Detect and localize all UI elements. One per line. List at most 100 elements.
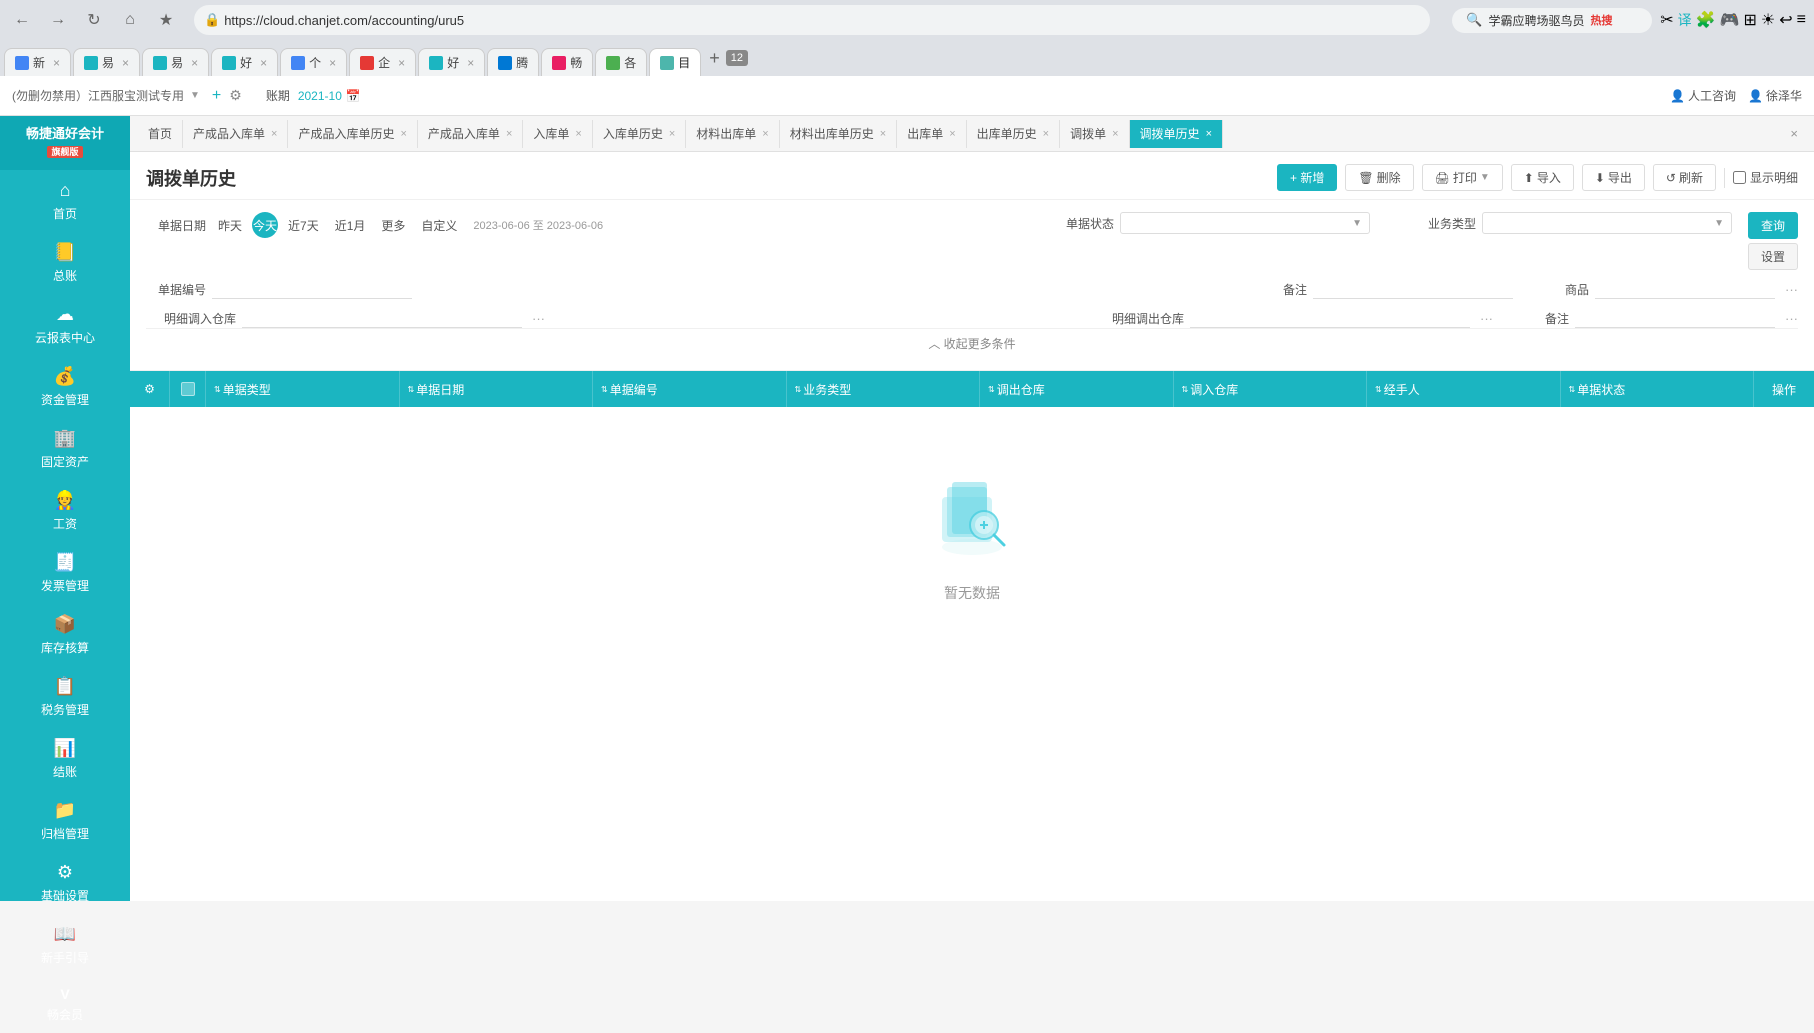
table-col-outstock[interactable]: ⇅ 调出仓库 xyxy=(980,371,1174,407)
sidebar-item-member[interactable]: V 畅会员 xyxy=(0,976,130,1033)
tab-close-2[interactable]: × xyxy=(122,56,129,70)
gamepad-icon[interactable]: 🎮 xyxy=(1720,10,1740,30)
biztype-select[interactable] xyxy=(1482,212,1732,234)
sidebar-item-invoice[interactable]: 🧾 发票管理 xyxy=(0,542,130,604)
page-tab-instock-hist-close[interactable]: × xyxy=(669,128,675,140)
date-more-btn[interactable]: 更多 xyxy=(375,215,411,236)
table-col-instock[interactable]: ⇅ 调入仓库 xyxy=(1174,371,1368,407)
page-tab-mat-outstock-hist[interactable]: 材料出库单历史 × xyxy=(780,120,897,148)
page-tab-outstock-close[interactable]: × xyxy=(949,128,955,140)
page-tab-prod-instock2[interactable]: 产成品入库单 × xyxy=(418,120,523,148)
refresh-button[interactable]: ↻ xyxy=(80,6,108,34)
page-tab-outstock-hist[interactable]: 出库单历史 × xyxy=(967,120,1060,148)
back-button[interactable]: ← xyxy=(8,6,36,34)
sidebar-item-home[interactable]: ⌂ 首页 xyxy=(0,170,130,232)
in-warehouse-more-icon[interactable]: ··· xyxy=(532,311,545,326)
service-button[interactable]: 👤 人工咨询 xyxy=(1670,87,1736,104)
page-tab-mat-outstock-hist-close[interactable]: × xyxy=(880,128,886,140)
display-detail-input[interactable] xyxy=(1733,171,1746,184)
tab-close-4[interactable]: × xyxy=(260,56,267,70)
browser-tab-10[interactable]: 各 xyxy=(595,48,647,76)
extensions-icon[interactable]: 🧩 xyxy=(1696,10,1716,30)
tab-close-6[interactable]: × xyxy=(398,56,405,70)
table-col-type[interactable]: ⇅ 单据类型 xyxy=(206,371,400,407)
date-yesterday-btn[interactable]: 昨天 xyxy=(212,215,248,236)
page-tab-instock-hist[interactable]: 入库单历史 × xyxy=(593,120,686,148)
browser-tab-9[interactable]: 畅 xyxy=(541,48,593,76)
settings-button[interactable]: 设置 xyxy=(1748,243,1798,270)
tab-close-5[interactable]: × xyxy=(329,56,336,70)
table-col-date[interactable]: ⇅ 单据日期 xyxy=(400,371,594,407)
forward-button[interactable]: → xyxy=(44,6,72,34)
company-settings-icon[interactable]: ⚙ xyxy=(229,87,242,104)
date-7days-btn[interactable]: 近7天 xyxy=(282,215,325,236)
table-col-num[interactable]: ⇅ 单据编号 xyxy=(593,371,787,407)
sidebar-item-archive[interactable]: 📁 归档管理 xyxy=(0,790,130,852)
browser-tab-2[interactable]: 易 × xyxy=(73,48,140,76)
table-col-check[interactable] xyxy=(170,371,206,407)
page-tab-prod-instock-close[interactable]: × xyxy=(271,128,277,140)
page-tab-prod-instock2-close[interactable]: × xyxy=(506,128,512,140)
grid-icon[interactable]: ⊞ xyxy=(1744,10,1757,30)
page-tab-outstock-hist-close[interactable]: × xyxy=(1043,128,1049,140)
page-tab-instock[interactable]: 入库单 × xyxy=(523,120,592,148)
company-selector[interactable]: (勿删勿禁用）江西服宝测试专用 ▼ xyxy=(12,87,200,104)
sidebar-item-settle[interactable]: 📊 结账 xyxy=(0,728,130,790)
scissors-icon[interactable]: ✂ xyxy=(1660,10,1673,30)
sidebar-item-inventory[interactable]: 📦 库存核算 xyxy=(0,604,130,666)
in-warehouse-input[interactable] xyxy=(242,309,522,328)
period-selector[interactable]: 账期 2021-10 📅 xyxy=(266,87,361,104)
browser-tab-4[interactable]: 好 × xyxy=(211,48,278,76)
new-button[interactable]: + 新增 xyxy=(1277,164,1337,191)
page-tab-prod-instock[interactable]: 产成品入库单 × xyxy=(183,120,288,148)
display-detail-checkbox[interactable]: 显示明细 xyxy=(1733,169,1798,186)
sidebar-item-guide[interactable]: 📖 新手引导 xyxy=(0,914,130,976)
sidebar-item-fixed[interactable]: 🏢 固定资产 xyxy=(0,418,130,480)
sidebar-item-tax[interactable]: 📋 税务管理 xyxy=(0,666,130,728)
sidebar-item-basic[interactable]: ⚙ 基础设置 xyxy=(0,852,130,914)
tab-close-7[interactable]: × xyxy=(467,56,474,70)
brightness-icon[interactable]: ☀ xyxy=(1761,10,1775,30)
sidebar-item-report[interactable]: ☁ 云报表中心 xyxy=(0,294,130,356)
page-tab-mat-outstock[interactable]: 材料出库单 × xyxy=(686,120,779,148)
tab-close-3[interactable]: × xyxy=(191,56,198,70)
goods-more-icon[interactable]: ··· xyxy=(1785,282,1798,297)
calendar-icon[interactable]: 📅 xyxy=(346,89,361,103)
import-button[interactable]: ⬆ 导入 xyxy=(1511,164,1574,191)
browser-tab-1[interactable]: 新 × xyxy=(4,48,71,76)
note-more-icon[interactable]: ··· xyxy=(1785,311,1798,326)
tab-close-1[interactable]: × xyxy=(53,56,60,70)
page-tab-transfer[interactable]: 调拨单 × xyxy=(1060,120,1129,148)
browser-tab-8[interactable]: 腾 xyxy=(487,48,539,76)
page-tab-instock-close[interactable]: × xyxy=(575,128,581,140)
new-tab-button[interactable]: + xyxy=(709,48,720,69)
collapse-filter-button[interactable]: ︿ 收起更多条件 xyxy=(146,328,1798,358)
out-warehouse-more-icon[interactable]: ··· xyxy=(1480,311,1493,326)
num-filter-input[interactable] xyxy=(212,280,412,299)
close-all-tabs-button[interactable]: × xyxy=(1782,116,1806,151)
table-col-biztype[interactable]: ⇅ 业务类型 xyxy=(787,371,981,407)
goods-filter-input[interactable] xyxy=(1595,280,1775,299)
company-dropdown-icon[interactable]: ▼ xyxy=(190,90,200,101)
page-tab-mat-outstock-close[interactable]: × xyxy=(762,128,768,140)
bookmark-button[interactable]: ★ xyxy=(152,6,180,34)
search-button[interactable]: 查询 xyxy=(1748,212,1798,239)
refresh-button[interactable]: ↺ 刷新 xyxy=(1653,164,1716,191)
menu-icon[interactable]: ≡ xyxy=(1797,11,1806,29)
table-col-status[interactable]: ⇅ 单据状态 xyxy=(1561,371,1755,407)
browser-tab-7[interactable]: 好 × xyxy=(418,48,485,76)
table-col-settings[interactable]: ⚙ xyxy=(130,371,170,407)
history-icon[interactable]: ↩ xyxy=(1779,10,1792,30)
date-custom-btn[interactable]: 自定义 xyxy=(415,215,463,236)
sidebar-item-fund[interactable]: 💰 资金管理 xyxy=(0,356,130,418)
browser-tab-6[interactable]: 企 × xyxy=(349,48,416,76)
page-tab-prod-instock-hist-close[interactable]: × xyxy=(400,128,406,140)
browser-tab-3[interactable]: 易 × xyxy=(142,48,209,76)
status-select[interactable]: 草稿 已提交 已审核 xyxy=(1120,212,1370,234)
sidebar-item-ledger[interactable]: 📒 总账 xyxy=(0,232,130,294)
select-all-checkbox[interactable] xyxy=(181,382,195,396)
delete-button[interactable]: 🗑 删除 xyxy=(1345,164,1413,191)
address-bar[interactable]: 🔒 https://cloud.chanjet.com/accounting/u… xyxy=(194,5,1430,35)
user-profile-button[interactable]: 👤 徐泽华 xyxy=(1748,87,1802,104)
page-tab-home[interactable]: 首页 xyxy=(138,120,183,148)
